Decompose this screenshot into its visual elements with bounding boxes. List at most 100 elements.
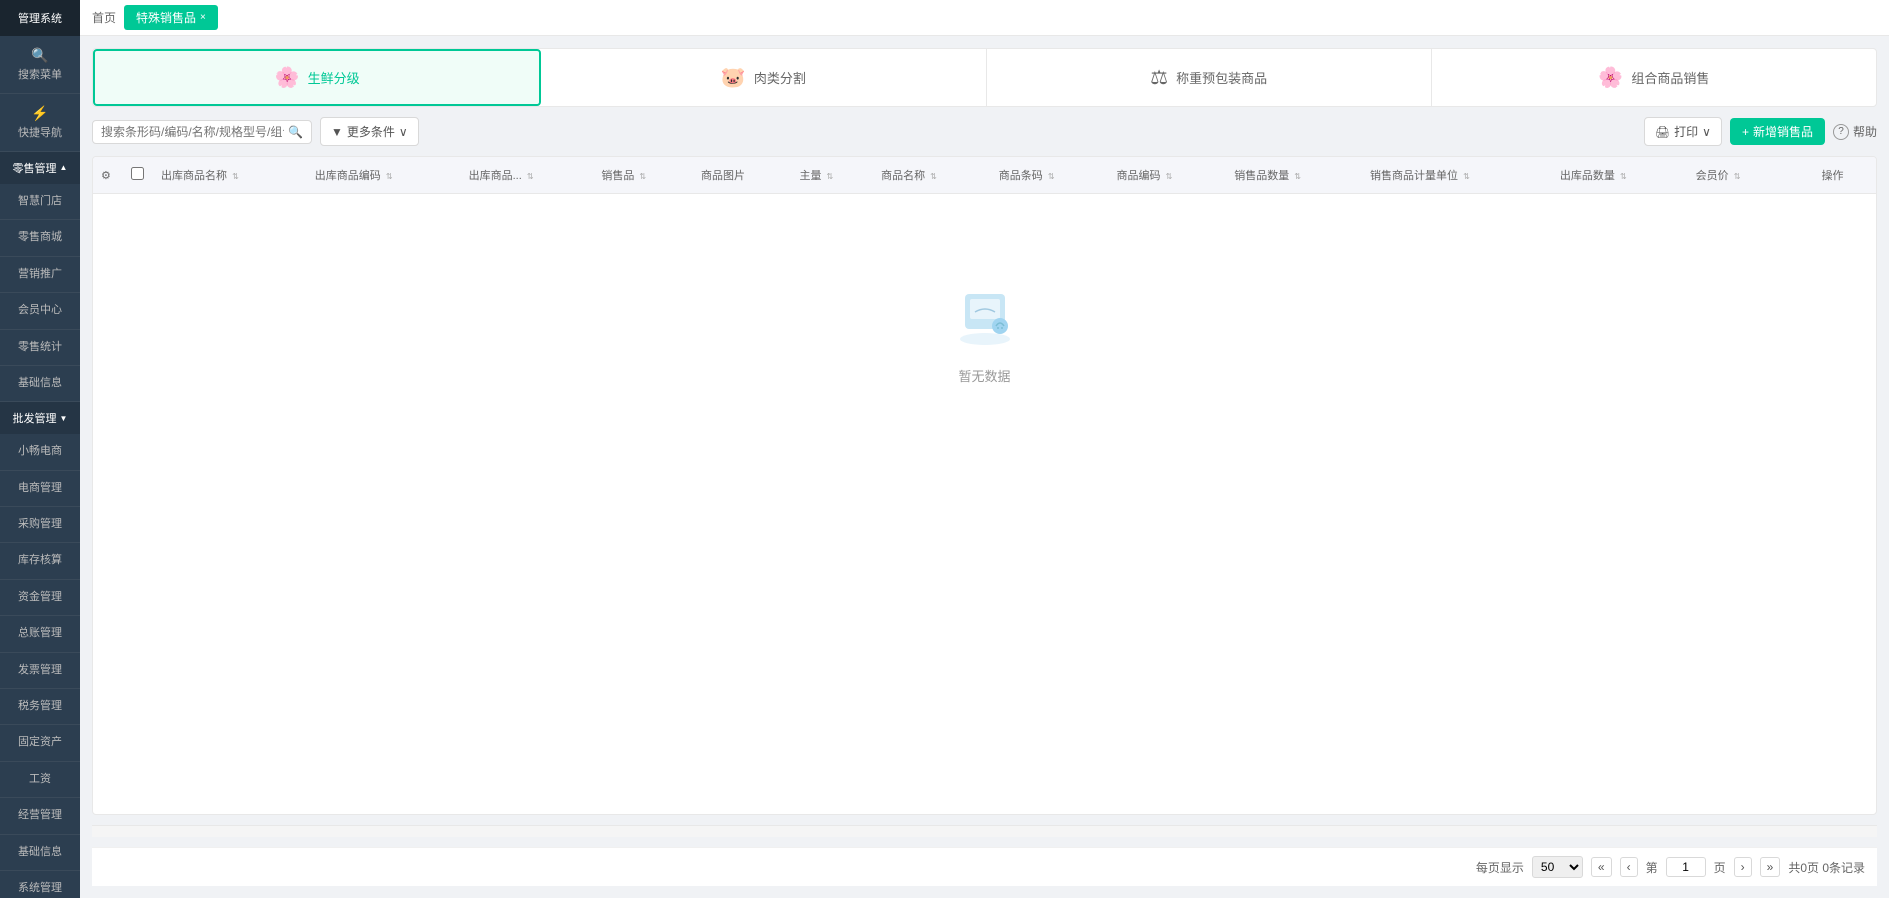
th-goods-code[interactable]: 商品编码 ⇅ (1109, 157, 1227, 194)
sort-icon: ⇅ (1620, 172, 1627, 181)
sort-icon: ⇅ (1048, 172, 1055, 181)
th-sales-unit[interactable]: 销售商品计量单位 ⇅ (1362, 157, 1552, 194)
wholesale-arrow-icon: ▼ (60, 414, 68, 423)
th-settings[interactable]: ⚙ (93, 157, 123, 194)
category-tabs: 🌸 生鲜分级 🐷 肉类分割 ⚖ 称重预包装商品 🌸 组合商品销售 (92, 48, 1877, 107)
th-member-price[interactable]: 会员价 ⇅ (1688, 157, 1788, 194)
th-out-qty[interactable]: 出库品数量 ⇅ (1552, 157, 1688, 194)
th-sales-goods[interactable]: 销售品 ⇅ (593, 157, 693, 194)
active-tab[interactable]: 特殊销售品 × (124, 5, 218, 30)
th-out-goods-name[interactable]: 出库商品名称 ⇅ (153, 157, 307, 194)
sidebar-item-search[interactable]: 🔍 搜索菜单 (0, 36, 80, 94)
meat-cut-icon: 🐷 (721, 65, 746, 90)
filter-label: 更多条件 (347, 123, 395, 140)
page-unit: 页 (1714, 859, 1726, 876)
th-goods-barcode[interactable]: 商品条码 ⇅ (991, 157, 1109, 194)
page-number-input[interactable] (1666, 857, 1706, 877)
sort-icon: ⇅ (1463, 172, 1470, 181)
sidebar-item-base-info2[interactable]: 基础信息 (0, 835, 80, 871)
print-button[interactable]: 🖨 打印 ∨ (1644, 117, 1722, 146)
sidebar-item-members[interactable]: 会员中心 (0, 293, 80, 329)
th-out-goods-spec[interactable]: 出库商品... ⇅ (461, 157, 594, 194)
th-out-goods-code[interactable]: 出库商品编码 ⇅ (307, 157, 461, 194)
next-page-button[interactable]: › (1734, 857, 1752, 877)
page-size-select[interactable]: 50 10 20 100 (1532, 856, 1583, 878)
filter-button[interactable]: ▼ 更多条件 ∨ (320, 117, 419, 146)
data-table-container: ⚙ 出库商品名称 ⇅ 出库商品编码 ⇅ (92, 156, 1877, 815)
total-label: 共0页 0条记录 (1788, 859, 1865, 876)
search-icon[interactable]: 🔍 (288, 125, 303, 139)
sidebar-item-sales-promo[interactable]: 营销推广 (0, 257, 80, 293)
sort-icon: ⇅ (1294, 172, 1301, 181)
empty-icon (945, 274, 1025, 354)
sidebar-item-retail-mall[interactable]: 零售商城 (0, 220, 80, 256)
data-table: ⚙ 出库商品名称 ⇅ 出库商品编码 ⇅ (93, 157, 1876, 194)
filter-icon: ▼ (331, 125, 343, 139)
help-button[interactable]: ? 帮助 (1833, 123, 1877, 140)
th-operation: 操作 (1814, 157, 1876, 194)
close-tab-button[interactable]: × (200, 12, 206, 23)
sidebar-item-ops[interactable]: 经营管理 (0, 798, 80, 834)
tab-combo-sales[interactable]: 🌸 组合商品销售 (1432, 49, 1876, 106)
page-content: 🌸 生鲜分级 🐷 肉类分割 ⚖ 称重预包装商品 🌸 组合商品销售 🔍 (80, 36, 1889, 898)
help-label: 帮助 (1853, 123, 1877, 140)
sidebar-item-smart-store[interactable]: 智慧门店 (0, 184, 80, 220)
home-link[interactable]: 首页 (92, 9, 116, 26)
sidebar-item-invoice[interactable]: 发票管理 (0, 653, 80, 689)
th-main-weight[interactable]: 主量 ⇅ (791, 157, 873, 194)
active-tab-label: 特殊销售品 (136, 9, 196, 26)
sidebar-section-retail[interactable]: 零售管理 ▲ (0, 152, 80, 184)
tab-fresh-grade-label: 生鲜分级 (308, 68, 360, 87)
sidebar: 管理系统 🔍 搜索菜单 ⚡ 快捷导航 零售管理 ▲ 智慧门店 零售商城 营销推广… (0, 0, 80, 898)
select-all-checkbox[interactable] (131, 167, 144, 180)
empty-text: 暂无数据 (958, 366, 1010, 385)
sort-icon: ⇅ (1734, 172, 1741, 181)
pagination: 每页显示 50 10 20 100 « ‹ 第 页 › » 共0页 0条记录 (92, 847, 1877, 886)
help-icon: ? (1833, 124, 1849, 140)
combo-sales-icon: 🌸 (1598, 65, 1623, 90)
th-goods-name[interactable]: 商品名称 ⇅ (873, 157, 991, 194)
add-label: 新增销售品 (1753, 123, 1813, 140)
table-header-row: ⚙ 出库商品名称 ⇅ 出库商品编码 ⇅ (93, 157, 1876, 194)
sidebar-item-inventory[interactable]: 库存核算 (0, 543, 80, 579)
print-label: 打印 (1674, 123, 1698, 140)
th-goods-image: 商品图片 (693, 157, 791, 194)
prev-page-button[interactable]: ‹ (1620, 857, 1638, 877)
sidebar-item-general-ledger[interactable]: 总账管理 (0, 616, 80, 652)
sort-icon: ⇅ (1166, 172, 1173, 181)
scale-prepack-icon: ⚖ (1150, 65, 1168, 90)
sidebar-item-tax[interactable]: 税务管理 (0, 689, 80, 725)
sort-icon: ⇅ (930, 172, 937, 181)
sidebar-item-retail-stats[interactable]: 零售统计 (0, 330, 80, 366)
sidebar-item-quick-nav[interactable]: ⚡ 快捷导航 (0, 94, 80, 152)
sidebar-item-ecommerce[interactable]: 电商管理 (0, 471, 80, 507)
fresh-grade-icon: 🌸 (275, 65, 300, 90)
sidebar-section-wholesale[interactable]: 批发管理 ▼ (0, 402, 80, 434)
sort-icon: ⇅ (386, 172, 393, 181)
first-page-button[interactable]: « (1591, 857, 1612, 877)
last-page-button[interactable]: » (1760, 857, 1781, 877)
search-input[interactable] (101, 125, 284, 139)
sidebar-item-sys-mgmt[interactable]: 系统管理 (0, 871, 80, 898)
add-sales-button[interactable]: + 新增销售品 (1730, 118, 1825, 145)
search-box[interactable]: 🔍 (92, 120, 312, 144)
tab-fresh-grade[interactable]: 🌸 生鲜分级 (93, 49, 541, 106)
empty-state: 暂无数据 (93, 194, 1876, 465)
tab-scale-prepack[interactable]: ⚖ 称重预包装商品 (987, 49, 1432, 106)
retail-arrow-icon: ▲ (60, 163, 68, 172)
sort-icon: ⇅ (527, 172, 534, 181)
sidebar-item-purchase[interactable]: 采购管理 (0, 507, 80, 543)
search-icon: 🔍 (4, 46, 76, 66)
sidebar-item-finance[interactable]: 资金管理 (0, 580, 80, 616)
th-sales-qty[interactable]: 销售品数量 ⇅ (1226, 157, 1362, 194)
sidebar-item-base-info[interactable]: 基础信息 (0, 366, 80, 402)
sort-icon: ⇅ (232, 172, 239, 181)
tab-combo-sales-label: 组合商品销售 (1631, 68, 1709, 87)
sidebar-item-micro-store[interactable]: 小畅电商 (0, 434, 80, 470)
horizontal-scrollbar[interactable] (92, 825, 1877, 837)
sort-icon: ⇅ (639, 172, 646, 181)
tab-meat-cut[interactable]: 🐷 肉类分割 (541, 49, 986, 106)
th-checkbox[interactable] (123, 157, 153, 194)
sidebar-item-payroll[interactable]: 工资 (0, 762, 80, 798)
sidebar-item-fixed-assets[interactable]: 固定资产 (0, 725, 80, 761)
